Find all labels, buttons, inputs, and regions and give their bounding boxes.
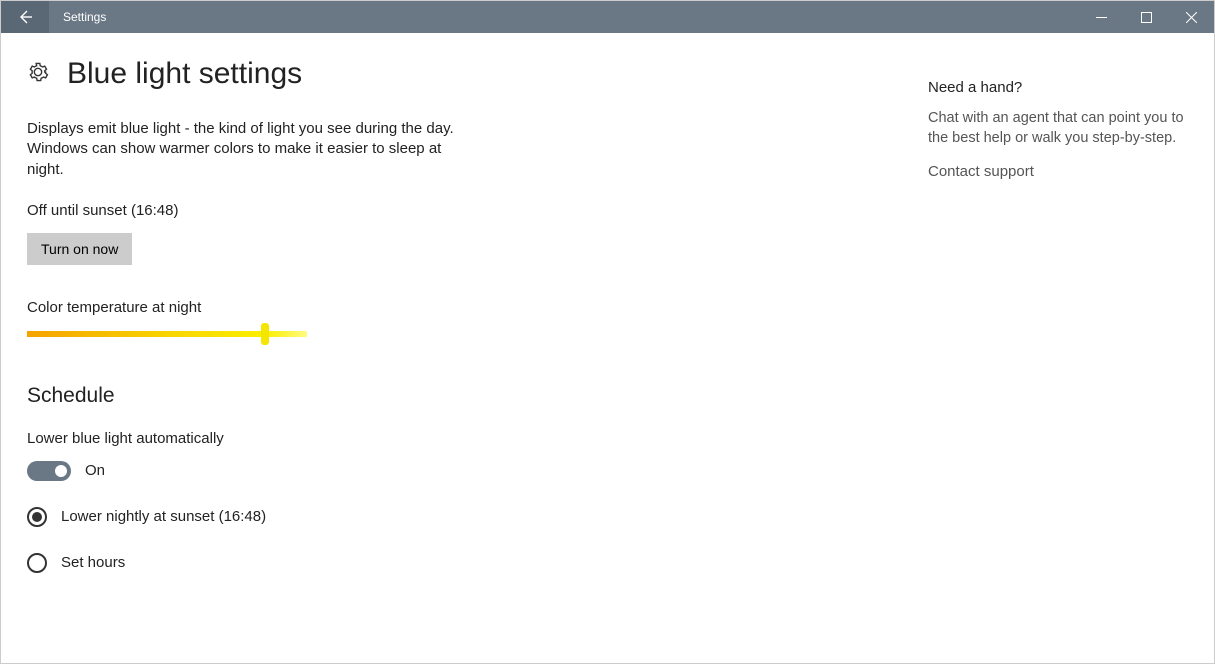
auto-lower-label: Lower blue light automatically [27,430,697,447]
help-text: Chat with an agent that can point you to… [928,108,1188,149]
help-heading: Need a hand? [928,79,1188,96]
radio-set-hours-label: Set hours [61,554,125,571]
gear-icon [27,61,49,88]
turn-on-button[interactable]: Turn on now [27,233,132,265]
radio-dot [32,512,42,522]
page-header: Blue light settings [27,57,697,91]
radio-button [27,507,47,527]
help-sidebar: Need a hand? Chat with an agent that can… [928,57,1188,663]
minimize-button[interactable] [1079,1,1124,33]
page-description: Displays emit blue light - the kind of l… [27,119,477,180]
window-title: Settings [63,10,1079,24]
toggle-state-label: On [85,462,105,479]
toggle-knob [55,465,67,477]
status-text: Off until sunset (16:48) [27,202,697,219]
radio-set-hours[interactable]: Set hours [27,553,697,573]
radio-sunset[interactable]: Lower nightly at sunset (16:48) [27,507,697,527]
schedule-heading: Schedule [27,384,697,408]
arrow-left-icon [17,9,33,25]
radio-sunset-label: Lower nightly at sunset (16:48) [61,508,266,525]
close-icon [1186,12,1197,23]
minimize-icon [1096,12,1107,23]
slider-thumb[interactable] [261,323,269,345]
auto-lower-toggle[interactable] [27,461,71,481]
page-title: Blue light settings [67,57,302,91]
back-button[interactable] [1,1,49,33]
radio-button [27,553,47,573]
titlebar: Settings [1,1,1214,33]
contact-support-link[interactable]: Contact support [928,163,1188,180]
color-temp-label: Color temperature at night [27,299,697,316]
maximize-icon [1141,12,1152,23]
color-temp-slider[interactable] [27,330,307,338]
window-controls [1079,1,1214,33]
close-button[interactable] [1169,1,1214,33]
maximize-button[interactable] [1124,1,1169,33]
